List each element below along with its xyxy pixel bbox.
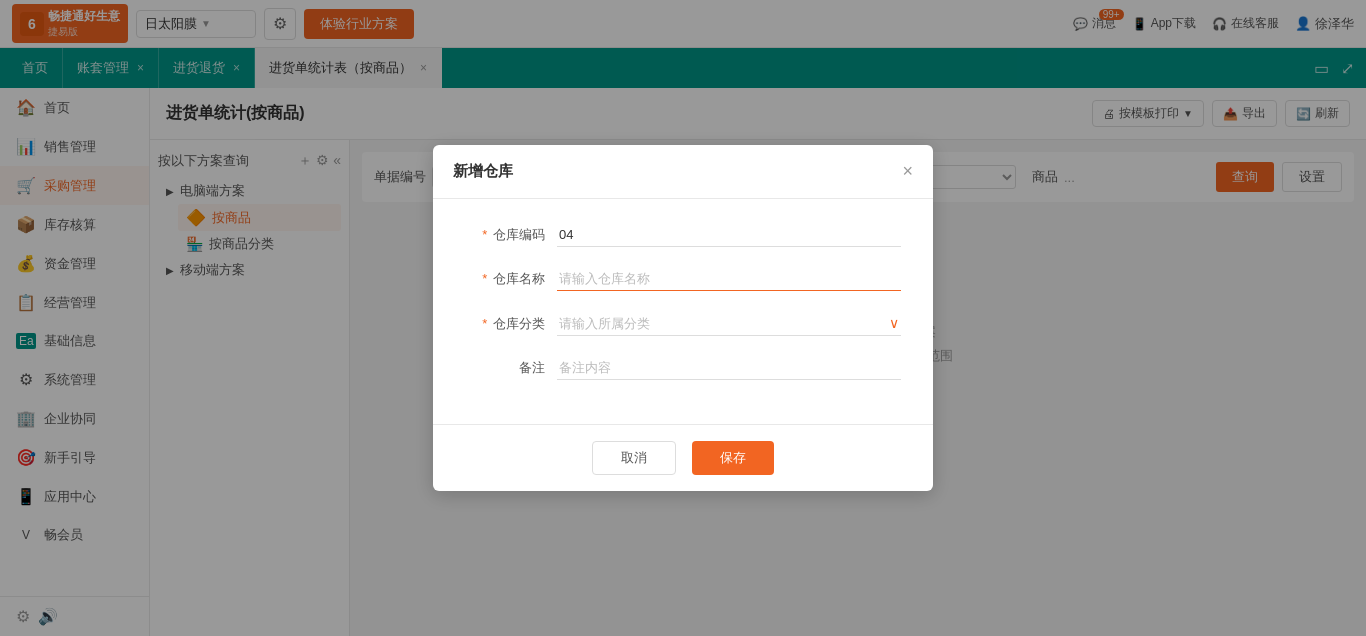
- form-label-name: * 仓库名称: [465, 270, 545, 288]
- form-label-code: * 仓库编码: [465, 226, 545, 244]
- form-row-category: * 仓库分类 ∨: [465, 311, 901, 336]
- form-row-name: * 仓库名称: [465, 267, 901, 291]
- cancel-btn[interactable]: 取消: [592, 441, 676, 475]
- dialog-title: 新增仓库: [453, 162, 513, 181]
- dialog-close-btn[interactable]: ×: [902, 161, 913, 182]
- dialog-footer: 取消 保存: [433, 424, 933, 491]
- form-label-remark: 备注: [465, 359, 545, 377]
- label-remark-text: 备注: [519, 360, 545, 375]
- required-star-category: *: [482, 316, 487, 331]
- warehouse-name-input[interactable]: [557, 267, 901, 291]
- new-warehouse-dialog: 新增仓库 × * 仓库编码 * 仓库名称: [433, 145, 933, 491]
- form-row-remark: 备注: [465, 356, 901, 380]
- label-name-text: 仓库名称: [493, 271, 545, 286]
- required-star-code: *: [482, 227, 487, 242]
- dialog-body: * 仓库编码 * 仓库名称 * 仓库分类: [433, 199, 933, 424]
- dialog-header: 新增仓库 ×: [433, 145, 933, 199]
- category-chevron-icon: ∨: [889, 315, 899, 331]
- required-star-name: *: [482, 271, 487, 286]
- form-row-code: * 仓库编码: [465, 223, 901, 247]
- dialog-overlay[interactable]: 新增仓库 × * 仓库编码 * 仓库名称: [0, 0, 1366, 636]
- warehouse-category-wrapper[interactable]: ∨: [557, 311, 901, 336]
- label-category-text: 仓库分类: [493, 316, 545, 331]
- save-btn[interactable]: 保存: [692, 441, 774, 475]
- warehouse-remark-input[interactable]: [557, 356, 901, 380]
- warehouse-code-input[interactable]: [557, 223, 901, 247]
- form-label-category: * 仓库分类: [465, 315, 545, 333]
- label-code-text: 仓库编码: [493, 227, 545, 242]
- warehouse-category-input[interactable]: [559, 316, 889, 331]
